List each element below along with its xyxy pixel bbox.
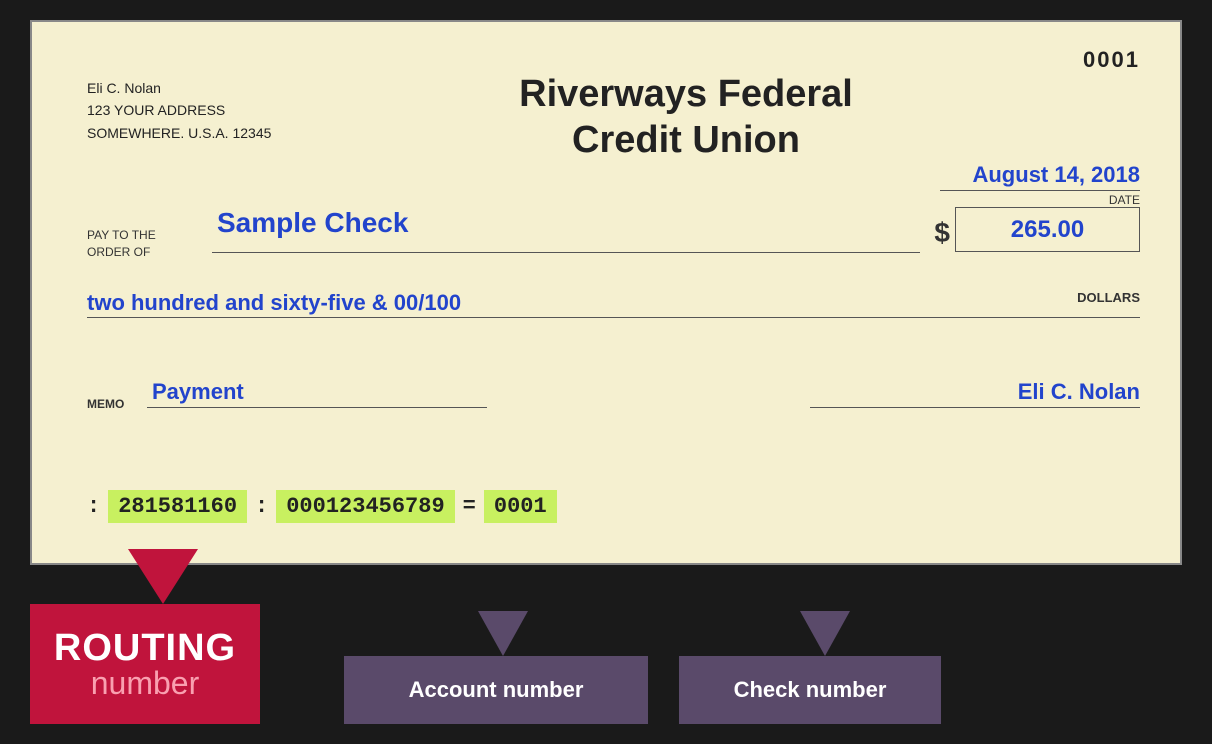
dollars-label: DOLLARS	[1077, 290, 1140, 305]
routing-arrow	[128, 549, 198, 604]
payer-address1: 123 YOUR ADDRESS	[87, 99, 271, 121]
micr-open-symbol: :	[87, 494, 100, 519]
micr-routing: 281581160	[108, 490, 247, 523]
check-label-text: Check number	[734, 677, 887, 703]
memo-label: MEMO	[87, 397, 124, 411]
account-label-text: Account number	[409, 677, 584, 703]
check-number-arrow	[800, 611, 850, 656]
payer-name: Eli C. Nolan	[87, 77, 271, 99]
pay-to-label: PAY TO THE ORDER OF	[87, 227, 156, 261]
micr-check-num: 0001	[484, 490, 557, 523]
check-number-label: Check number	[679, 656, 941, 724]
micr-close-symbol: :	[255, 494, 268, 519]
bank-name: Riverways Federal Credit Union	[412, 72, 960, 163]
written-amount: two hundred and sixty-five & 00/100	[87, 290, 461, 316]
account-arrow	[478, 611, 528, 656]
check-number-top: 0001	[1083, 47, 1140, 73]
payer-address2: SOMEWHERE. U.S.A. 12345	[87, 122, 271, 144]
pay-to-value: Sample Check	[217, 207, 408, 239]
date-label: DATE	[940, 193, 1140, 207]
micr-equals-symbol: =	[463, 494, 476, 519]
amount-box: 265.00	[955, 207, 1140, 252]
memo-value: Payment	[152, 379, 244, 405]
amount-value: 265.00	[1011, 216, 1084, 244]
check-document: 0001 Eli C. Nolan 123 YOUR ADDRESS SOMEW…	[30, 20, 1182, 565]
payer-info: Eli C. Nolan 123 YOUR ADDRESS SOMEWHERE.…	[87, 77, 271, 144]
micr-account: 000123456789	[276, 490, 454, 523]
routing-subtitle: number	[91, 667, 200, 699]
account-label: Account number	[344, 656, 648, 724]
dollar-sign: $	[934, 217, 950, 249]
routing-title: ROUTING	[54, 629, 236, 667]
date-value: August 14, 2018	[940, 162, 1140, 188]
date-area: August 14, 2018 DATE	[940, 162, 1140, 207]
routing-label: ROUTING number	[30, 604, 260, 724]
micr-line: : 281581160 : 000123456789 = 0001	[87, 490, 1140, 523]
signature-value: Eli C. Nolan	[1018, 379, 1140, 405]
